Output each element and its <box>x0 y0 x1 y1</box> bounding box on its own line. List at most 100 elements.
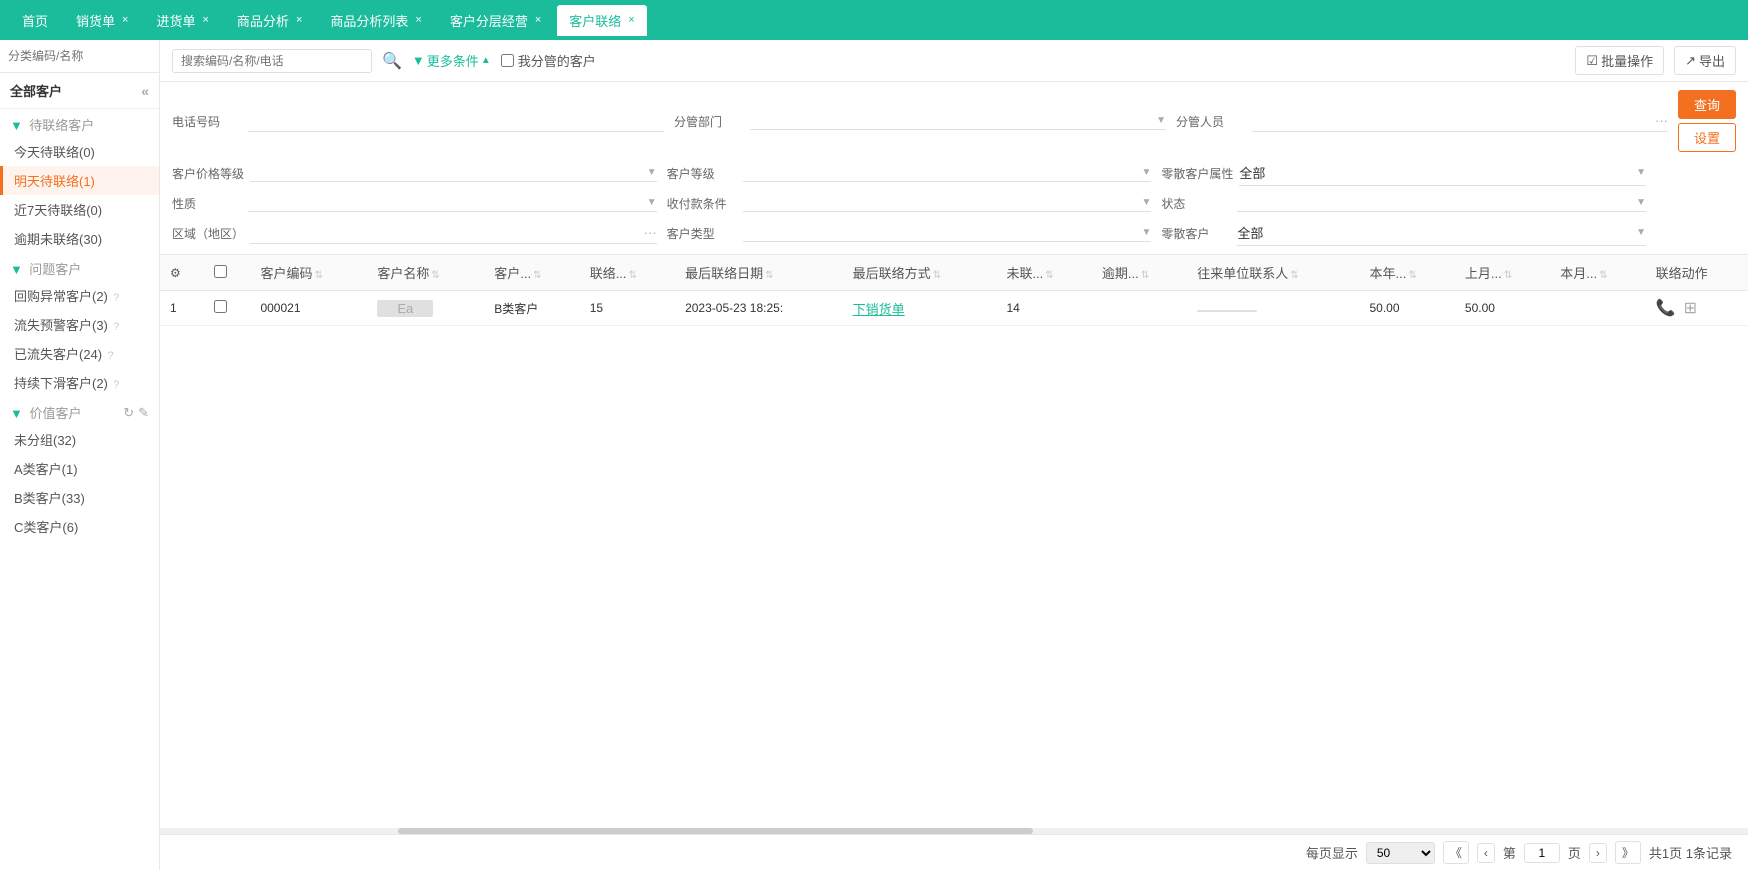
nav-item-product-analysis[interactable]: 商品分析 × <box>225 5 314 36</box>
nav-item-customer-contact[interactable]: 客户联络 × <box>557 5 646 36</box>
cell-this-month <box>1550 291 1645 326</box>
page-size-select[interactable]: 50 10 20 100 <box>1366 842 1435 864</box>
sidebar-item-overdue[interactable]: 逾期未联络(30) <box>0 224 159 253</box>
person-label: 分管人员 <box>1176 113 1246 130</box>
cell-contacts: 15 <box>580 291 675 326</box>
search-button[interactable]: 🔍 <box>382 51 402 71</box>
cell-last-contact-method[interactable]: 下销货单 <box>843 291 997 326</box>
sidebar-item-abnormal[interactable]: 回购异常客户(2) ? <box>0 281 159 310</box>
my-customers-checkbox-container[interactable]: 我分管的客户 <box>501 51 596 70</box>
page-number-input[interactable] <box>1524 843 1560 863</box>
filter-cell-retail-attr: 零散客户属性 全部 ▼ <box>1161 160 1646 186</box>
sidebar-item-declining[interactable]: 持续下滑客户(2) ? <box>0 368 159 397</box>
sidebar-item-class-c[interactable]: C类客户(6) <box>0 512 159 541</box>
col-name[interactable]: 客户名称⇅ <box>367 255 484 291</box>
cell-this-year: 50.00 <box>1360 291 1455 326</box>
col-overdue[interactable]: 逾期...⇅ <box>1092 255 1187 291</box>
row-checkbox[interactable] <box>214 300 227 313</box>
cell-action: 📞 ⊞ <box>1646 291 1748 326</box>
cell-checkbox[interactable] <box>204 291 251 326</box>
region-select[interactable]: ··· <box>250 222 657 244</box>
filter-cell-region: 区域（地区） ··· <box>172 222 657 244</box>
filter-cell-price-level: 客户价格等级 ▼ <box>172 164 657 182</box>
col-contacts[interactable]: 联络...⇅ <box>580 255 675 291</box>
next-page-btn[interactable]: › <box>1589 843 1607 863</box>
select-all-checkbox[interactable] <box>214 265 227 278</box>
col-this-year[interactable]: 本年...⇅ <box>1360 255 1455 291</box>
nav-item-product-list[interactable]: 商品分析列表 × <box>318 5 433 36</box>
sidebar-item-class-b[interactable]: B类客户(33) <box>0 483 159 512</box>
sidebar-item-7days[interactable]: 近7天待联络(0) <box>0 195 159 224</box>
sidebar-value-edit-icon[interactable]: ✎ <box>138 405 149 421</box>
sidebar-collapse-icon[interactable]: « <box>141 83 149 99</box>
top-nav: 首页 销货单 × 进货单 × 商品分析 × 商品分析列表 × 客户分层经营 × … <box>0 0 1748 40</box>
sort-icon-lcm: ⇅ <box>933 270 941 281</box>
col-settings[interactable]: ⚙ <box>160 255 204 291</box>
page-suffix: 页 <box>1568 843 1581 862</box>
retail-customer-label: 零散客户 <box>1161 225 1231 242</box>
sidebar-item-class-a[interactable]: A类客户(1) <box>0 454 159 483</box>
col-action: 联络动作 <box>1646 255 1748 291</box>
batch-operations-btn[interactable]: ☑ 批量操作 <box>1575 46 1664 75</box>
phone-action-icon[interactable]: 📞 <box>1656 298 1676 318</box>
export-btn[interactable]: ↗ 导出 <box>1674 46 1736 75</box>
query-button[interactable]: 查询 <box>1678 90 1736 119</box>
person-select[interactable]: ··· <box>1252 110 1668 132</box>
col-checkbox[interactable] <box>204 255 251 291</box>
col-code[interactable]: 客户编码⇅ <box>250 255 367 291</box>
search-input[interactable] <box>172 49 372 73</box>
more-conditions-btn[interactable]: ▼ 更多条件 ▲ <box>412 51 491 70</box>
price-level-select[interactable]: ▼ <box>250 164 657 182</box>
col-uncontacted[interactable]: 未联...⇅ <box>996 255 1091 291</box>
nav-item-customer-stratification[interactable]: 客户分层经营 × <box>438 5 553 36</box>
nav-close-stratification[interactable]: × <box>535 14 541 26</box>
col-category[interactable]: 客户...⇅ <box>484 255 579 291</box>
col-this-month[interactable]: 本月...⇅ <box>1550 255 1645 291</box>
sidebar-all-customers[interactable]: 全部客户 « <box>0 73 159 109</box>
payment-select[interactable]: ▼ <box>743 194 1152 212</box>
my-customers-checkbox[interactable] <box>501 54 514 67</box>
sidebar-item-ungrouped[interactable]: 未分组(32) <box>0 425 159 454</box>
nav-item-purchase[interactable]: 进货单 × <box>144 5 220 36</box>
nav-item-sales[interactable]: 销货单 × <box>64 5 140 36</box>
grid-action-icon[interactable]: ⊞ <box>1684 298 1697 318</box>
retail-customer-select[interactable]: 全部 ▼ <box>1237 220 1646 246</box>
customer-type-select[interactable]: ▼ <box>743 224 1152 242</box>
settings-button[interactable]: 设置 <box>1678 123 1736 152</box>
customer-level-select[interactable]: ▼ <box>743 164 1152 182</box>
sidebar-item-tomorrow[interactable]: 明天待联络(1) <box>0 166 159 195</box>
nav-close-sales[interactable]: × <box>122 14 128 26</box>
filter-cell-nature: 性质 ▼ <box>172 194 657 212</box>
status-select[interactable]: ▼ <box>1237 194 1646 212</box>
phone-input[interactable] <box>248 111 664 132</box>
last-page-btn[interactable]: 》 <box>1615 841 1641 864</box>
prev-page-btn[interactable]: ‹ <box>1477 843 1495 863</box>
sidebar-item-churn-warning[interactable]: 流失预警客户(3) ? <box>0 310 159 339</box>
nav-close-product-analysis[interactable]: × <box>296 14 302 26</box>
total-records-label: 共1页 1条记录 <box>1649 843 1732 862</box>
dept-select-arrow: ▼ <box>1156 115 1166 126</box>
sort-icon-cp: ⇅ <box>1290 270 1298 281</box>
content-area: 🔍 ▼ 更多条件 ▲ 我分管的客户 ☑ 批量操作 ↗ 导出 <box>160 40 1748 870</box>
sidebar-search-input[interactable] <box>8 49 160 63</box>
nav-close-contact[interactable]: × <box>628 14 634 26</box>
checkbox-icon: ☑ <box>1586 53 1598 69</box>
col-contact-person[interactable]: 往来单位联系人⇅ <box>1187 255 1359 291</box>
nav-close-product-list[interactable]: × <box>415 14 421 26</box>
sidebar-item-churned[interactable]: 已流失客户(24) ? <box>0 339 159 368</box>
sidebar-item-today[interactable]: 今天待联络(0) <box>0 137 159 166</box>
col-last-month[interactable]: 上月...⇅ <box>1455 255 1550 291</box>
col-last-contact-method[interactable]: 最后联络方式⇅ <box>843 255 997 291</box>
sort-icon-code: ⇅ <box>314 270 322 281</box>
retail-attr-select[interactable]: 全部 ▼ <box>1239 160 1646 186</box>
filter-cell-customer-type: 客户类型 ▼ <box>667 224 1152 242</box>
dept-select[interactable]: ▼ <box>750 112 1166 130</box>
sidebar-value-refresh-icon[interactable]: ↻ <box>123 405 134 421</box>
nav-home[interactable]: 首页 <box>10 5 60 36</box>
table-row: 1 000021 Ea B类客户 15 2023-05-23 18:25: 下销… <box>160 291 1748 326</box>
filter-cell-phone: 电话号码 <box>172 111 664 132</box>
first-page-btn[interactable]: 《 <box>1443 841 1469 864</box>
col-last-contact-date[interactable]: 最后联络日期⇅ <box>675 255 843 291</box>
nav-close-purchase[interactable]: × <box>202 14 208 26</box>
nature-select[interactable]: ▼ <box>248 194 657 212</box>
